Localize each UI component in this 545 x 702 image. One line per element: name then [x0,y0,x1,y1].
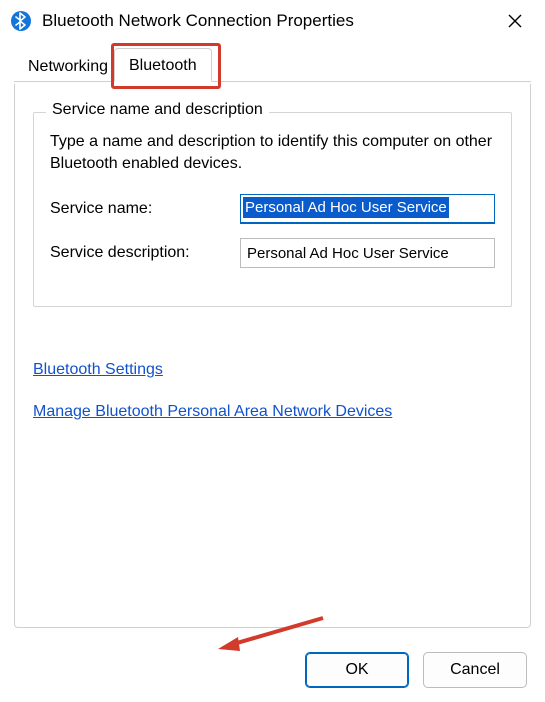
links-area: Bluetooth Settings Manage Bluetooth Pers… [33,349,512,433]
tab-bluetooth[interactable]: Bluetooth [114,48,212,82]
tab-page-bluetooth: Service name and description Type a name… [14,84,531,628]
ok-button[interactable]: OK [305,652,409,688]
bluetooth-icon [10,10,32,32]
annotation-arrow-icon [218,615,328,655]
tab-networking[interactable]: Networking [14,52,122,82]
group-description: Type a name and description to identify … [50,131,495,174]
bluetooth-settings-link[interactable]: Bluetooth Settings [33,361,163,379]
title-bar: Bluetooth Network Connection Properties [0,0,545,42]
cancel-button[interactable]: Cancel [423,652,527,688]
window-title: Bluetooth Network Connection Properties [42,11,354,31]
group-legend: Service name and description [46,101,269,119]
dialog-footer: OK Cancel [305,652,527,688]
service-desc-label: Service description: [50,244,240,262]
service-desc-row: Service description: [50,238,495,268]
properties-window: Bluetooth Network Connection Properties … [0,0,545,702]
service-desc-input[interactable] [240,238,495,268]
service-name-input[interactable] [240,194,495,224]
tab-strip: Networking Bluetooth [14,48,531,82]
service-group: Service name and description Type a name… [33,112,512,307]
close-icon[interactable] [495,1,535,41]
service-name-label: Service name: [50,200,240,218]
service-name-row: Service name: Personal Ad Hoc User Servi… [50,194,495,224]
manage-pan-devices-link[interactable]: Manage Bluetooth Personal Area Network D… [33,403,392,421]
